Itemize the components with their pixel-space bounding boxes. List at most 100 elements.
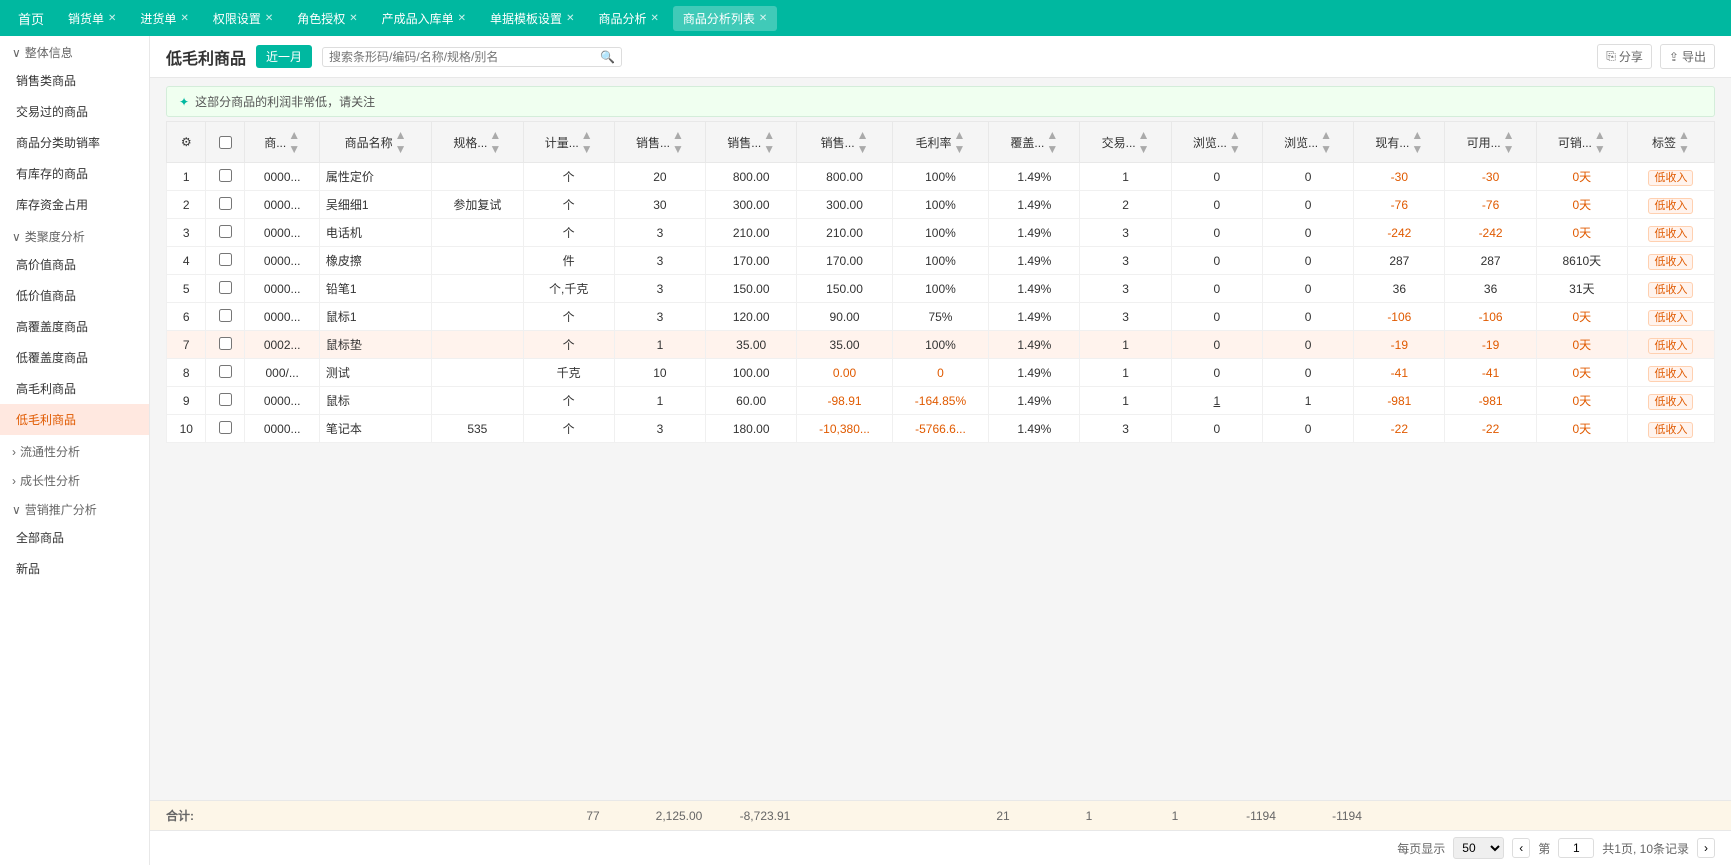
cell-no: 6: [167, 303, 206, 331]
cell-views1[interactable]: 0: [1171, 219, 1262, 247]
close-icon[interactable]: ✕: [759, 13, 767, 24]
th-sales-amt[interactable]: 销售... ▲▼: [706, 122, 797, 163]
next-page-button[interactable]: ›: [1697, 838, 1715, 858]
nav-analysis[interactable]: 商品分析 ✕: [588, 6, 668, 31]
sidebar-item-low-gross[interactable]: 低毛利商品: [0, 404, 149, 435]
nav-purchase[interactable]: 进货单 ✕: [130, 6, 198, 31]
cell-views1[interactable]: 0: [1171, 303, 1262, 331]
sidebar-item-high-coverage[interactable]: 高覆盖度商品: [0, 311, 149, 342]
row-checkbox[interactable]: [219, 253, 232, 266]
th-available[interactable]: 可用... ▲▼: [1445, 122, 1536, 163]
nav-template[interactable]: 单据模板设置 ✕: [480, 6, 584, 31]
cell-spec: [432, 247, 523, 275]
cell-checkbox[interactable]: [206, 387, 245, 415]
sidebar-item-traded-products[interactable]: 交易过的商品: [0, 96, 149, 127]
cell-no: 5: [167, 275, 206, 303]
page-number-input[interactable]: [1558, 838, 1594, 858]
sidebar-item-low-value[interactable]: 低价值商品: [0, 280, 149, 311]
th-settings[interactable]: ⚙: [167, 122, 206, 163]
sidebar-group-overall[interactable]: ∨ 整体信息: [0, 36, 149, 65]
sidebar-item-all-products[interactable]: 全部商品: [0, 522, 149, 553]
share-button[interactable]: ⎘ 分享: [1597, 44, 1652, 69]
row-checkbox[interactable]: [219, 393, 232, 406]
cell-checkbox[interactable]: [206, 275, 245, 303]
cell-tag: 低收入: [1627, 331, 1714, 359]
cell-views1[interactable]: 1: [1171, 387, 1262, 415]
cell-checkbox[interactable]: [206, 219, 245, 247]
row-checkbox[interactable]: [219, 365, 232, 378]
row-checkbox[interactable]: [219, 169, 232, 182]
date-filter-button[interactable]: 近一月: [256, 45, 312, 68]
select-all-checkbox[interactable]: [219, 136, 232, 149]
nav-production[interactable]: 产成品入库单 ✕: [372, 6, 476, 31]
row-checkbox[interactable]: [219, 309, 232, 322]
cell-checkbox[interactable]: [206, 415, 245, 443]
nav-roles[interactable]: 角色授权 ✕: [287, 6, 367, 31]
sidebar-item-inventory-products[interactable]: 有库存的商品: [0, 158, 149, 189]
sidebar-group-growth[interactable]: › 成长性分析: [0, 464, 149, 493]
per-page-select[interactable]: 50 100 200: [1453, 837, 1504, 859]
cell-sales-qty: 3: [614, 415, 705, 443]
th-code[interactable]: 商... ▲▼: [245, 122, 319, 163]
cell-checkbox[interactable]: [206, 331, 245, 359]
cell-views1[interactable]: 0: [1171, 331, 1262, 359]
th-coverage[interactable]: 覆盖... ▲▼: [989, 122, 1080, 163]
th-name[interactable]: 商品名称 ▲▼: [319, 122, 431, 163]
th-sales-profit[interactable]: 销售... ▲▼: [797, 122, 892, 163]
cell-checkbox[interactable]: [206, 303, 245, 331]
nav-analysis-list[interactable]: 商品分析列表 ✕: [673, 6, 777, 31]
table-container[interactable]: ⚙ 商... ▲▼ 商品名称 ▲▼ 规格... ▲▼ 计量... ▲▼ 销售..…: [158, 121, 1723, 800]
th-saleable[interactable]: 可销... ▲▼: [1536, 122, 1627, 163]
close-icon[interactable]: ✕: [108, 13, 116, 24]
th-sales-qty[interactable]: 销售... ▲▼: [614, 122, 705, 163]
cell-checkbox[interactable]: [206, 163, 245, 191]
close-icon[interactable]: ✕: [458, 13, 466, 24]
sidebar-item-high-gross[interactable]: 高毛利商品: [0, 373, 149, 404]
search-input[interactable]: [329, 50, 600, 64]
sidebar-group-flow[interactable]: › 流通性分析: [0, 435, 149, 464]
close-icon[interactable]: ✕: [180, 13, 188, 24]
row-checkbox[interactable]: [219, 337, 232, 350]
sidebar-item-inventory-capital[interactable]: 库存资金占用: [0, 189, 149, 220]
th-unit[interactable]: 计量... ▲▼: [523, 122, 614, 163]
cell-checkbox[interactable]: [206, 247, 245, 275]
row-checkbox[interactable]: [219, 421, 232, 434]
row-checkbox[interactable]: [219, 225, 232, 238]
row-checkbox[interactable]: [219, 281, 232, 294]
cell-views1[interactable]: 0: [1171, 415, 1262, 443]
th-trades[interactable]: 交易... ▲▼: [1080, 122, 1171, 163]
close-icon[interactable]: ✕: [265, 13, 273, 24]
cell-views1[interactable]: 0: [1171, 359, 1262, 387]
sidebar-group-marketing[interactable]: ∨ 营销推广分析: [0, 493, 149, 522]
row-checkbox[interactable]: [219, 197, 232, 210]
close-icon[interactable]: ✕: [349, 13, 357, 24]
th-views1[interactable]: 浏览... ▲▼: [1171, 122, 1262, 163]
th-checkbox[interactable]: [206, 122, 245, 163]
cell-checkbox[interactable]: [206, 191, 245, 219]
nav-home[interactable]: 首页: [8, 5, 54, 32]
th-views2[interactable]: 浏览... ▲▼: [1262, 122, 1353, 163]
cell-views1[interactable]: 0: [1171, 163, 1262, 191]
th-spec[interactable]: 规格... ▲▼: [432, 122, 523, 163]
cell-views1[interactable]: 0: [1171, 275, 1262, 303]
cell-views1[interactable]: 0: [1171, 247, 1262, 275]
nav-sales[interactable]: 销货单 ✕: [58, 6, 126, 31]
nav-permissions[interactable]: 权限设置 ✕: [203, 6, 283, 31]
sidebar-item-sales-products[interactable]: 销售类商品: [0, 65, 149, 96]
close-icon[interactable]: ✕: [566, 13, 574, 24]
sidebar-item-category-sales[interactable]: 商品分类助销率: [0, 127, 149, 158]
sidebar-item-new-products[interactable]: 新品: [0, 553, 149, 584]
cell-views1[interactable]: 0: [1171, 191, 1262, 219]
sidebar-group-cluster[interactable]: ∨ 类聚度分析: [0, 220, 149, 249]
th-current[interactable]: 现有... ▲▼: [1354, 122, 1445, 163]
cell-views2: 0: [1262, 359, 1353, 387]
close-icon[interactable]: ✕: [650, 13, 658, 24]
export-button[interactable]: ⇪ 导出: [1660, 44, 1715, 69]
th-tag[interactable]: 标签 ▲▼: [1627, 122, 1714, 163]
prev-page-button[interactable]: ‹: [1512, 838, 1530, 858]
sidebar-item-low-coverage[interactable]: 低覆盖度商品: [0, 342, 149, 373]
th-gross-rate[interactable]: 毛利率 ▲▼: [892, 122, 988, 163]
search-icon[interactable]: 🔍: [600, 50, 615, 64]
cell-checkbox[interactable]: [206, 359, 245, 387]
sidebar-item-high-value[interactable]: 高价值商品: [0, 249, 149, 280]
